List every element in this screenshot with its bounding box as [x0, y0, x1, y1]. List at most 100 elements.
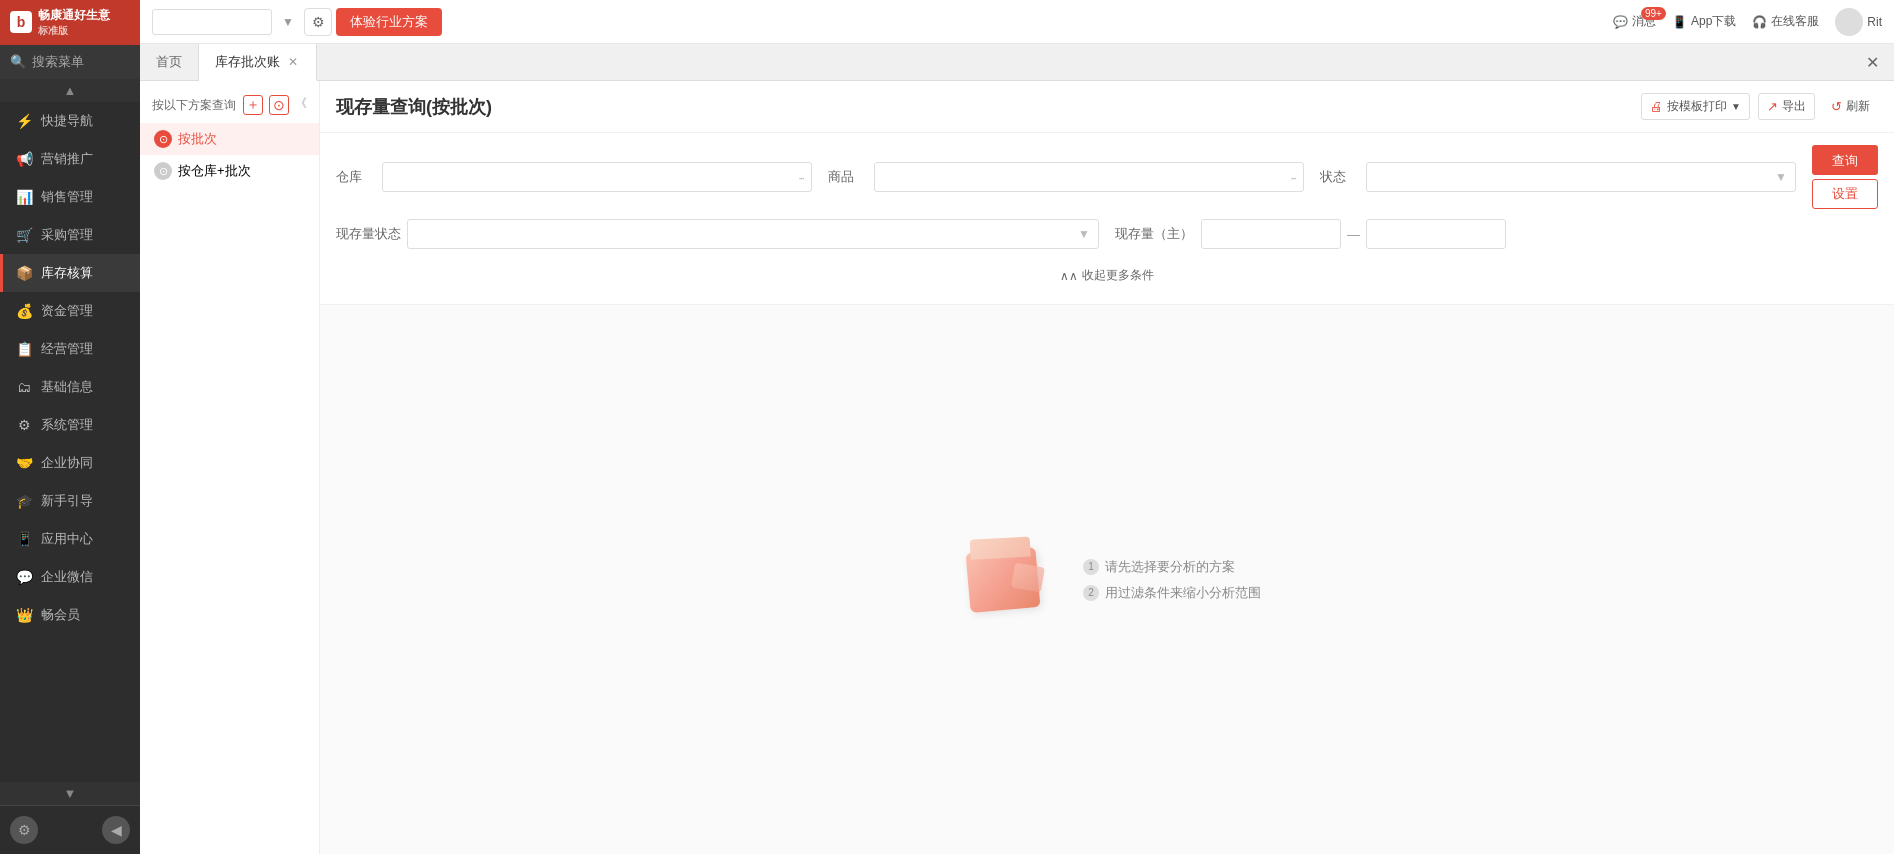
- product-more-icon: ···: [1290, 170, 1295, 185]
- topbar-search-input[interactable]: [152, 9, 272, 35]
- status-dropdown-icon: ▼: [1775, 170, 1787, 184]
- user-avatar-btn[interactable]: Rit: [1835, 8, 1882, 36]
- stock-status-label: 现存量状态: [336, 225, 401, 243]
- inventory-icon: 📦: [15, 264, 33, 282]
- new-guide-icon: 🎓: [15, 492, 33, 510]
- sidebar-item-inventory[interactable]: 📦 库存核算: [0, 254, 140, 292]
- status-select[interactable]: ▼: [1366, 162, 1796, 192]
- warehouse-more-icon: ···: [798, 170, 803, 185]
- app-download-btn[interactable]: 📱 App下载: [1672, 13, 1736, 30]
- scheme-by-batch-label: 按批次: [178, 130, 217, 148]
- finance-icon: 💰: [15, 302, 33, 320]
- sidebar-item-operations[interactable]: 📋 经营管理: [0, 330, 140, 368]
- tab-home[interactable]: 首页: [140, 44, 199, 80]
- experience-industry-btn[interactable]: 体验行业方案: [336, 8, 442, 36]
- settings-btn[interactable]: 设置: [1812, 179, 1878, 209]
- enterprise-coop-icon: 🤝: [15, 454, 33, 472]
- sidebar-item-finance[interactable]: 💰 资金管理: [0, 292, 140, 330]
- headset-icon: 🎧: [1752, 15, 1767, 29]
- stock-qty-filter-group: 现存量（主） —: [1115, 219, 1878, 249]
- sidebar-item-enterprise-wechat[interactable]: 💬 企业微信: [0, 558, 140, 596]
- sidebar-item-quick-nav[interactable]: ⚡ 快捷导航: [0, 102, 140, 140]
- sidebar-item-label: 企业微信: [41, 568, 93, 586]
- query-btn[interactable]: 查询: [1812, 145, 1878, 175]
- scheme-settings-btn[interactable]: ⊙: [269, 95, 289, 115]
- purchase-icon: 🛒: [15, 226, 33, 244]
- product-filter-group: 商品 ···: [828, 162, 1304, 192]
- tab-bar-close-btn[interactable]: ✕: [1858, 48, 1886, 76]
- left-panel-header: 按以下方案查询 ＋ ⊙ 《: [140, 91, 319, 123]
- sidebar-item-enterprise-coop[interactable]: 🤝 企业协同: [0, 444, 140, 482]
- scheme-icon-red: ⊙: [154, 130, 172, 148]
- tab-inventory-batch[interactable]: 库存批次账 ✕: [199, 44, 317, 81]
- sidebar-item-label: 库存核算: [41, 264, 93, 282]
- stock-qty-from-input[interactable]: [1201, 219, 1341, 249]
- export-btn-label: 导出: [1782, 98, 1806, 115]
- topbar-gear-btn[interactable]: ⚙: [304, 8, 332, 36]
- scheme-query-label: 按以下方案查询: [152, 97, 236, 114]
- sidebar-item-app-center[interactable]: 📱 应用中心: [0, 520, 140, 558]
- topbar-dropdown-btn[interactable]: ▼: [276, 10, 300, 34]
- collapse-more-btn[interactable]: ∧∧ 收起更多条件: [336, 259, 1878, 292]
- print-dropdown-icon: ▼: [1731, 101, 1741, 112]
- sidebar-item-label: 经营管理: [41, 340, 93, 358]
- sidebar-header: b 畅康通好生意 标准版: [0, 0, 140, 45]
- basic-info-icon: 🗂: [15, 378, 33, 396]
- warehouse-input[interactable]: ···: [382, 162, 812, 192]
- messages-badge: 99+: [1641, 7, 1666, 20]
- sidebar-item-marketing[interactable]: 📢 营销推广: [0, 140, 140, 178]
- stock-status-dropdown-icon: ▼: [1078, 227, 1090, 241]
- sidebar-item-member[interactable]: 👑 畅会员: [0, 596, 140, 634]
- collapse-panel-btn[interactable]: 《: [295, 95, 307, 115]
- sidebar: b 畅康通好生意 标准版 🔍 搜索菜单 ▲ ⚡ 快捷导航 📢 营销推广 📊 销售…: [0, 0, 140, 854]
- refresh-btn[interactable]: ↺ 刷新: [1823, 94, 1878, 119]
- topbar: ▼ ⚙ 体验行业方案 💬 消息 99+ 📱 App下载 🎧 在线客服 Rit: [140, 0, 1894, 44]
- scheme-by-warehouse-batch[interactable]: ⊙ 按仓库+批次: [140, 155, 319, 187]
- tab-close-btn[interactable]: ✕: [286, 53, 300, 71]
- stock-qty-to-input[interactable]: [1366, 219, 1506, 249]
- sidebar-scroll-down[interactable]: ▼: [0, 782, 140, 805]
- scheme-by-batch[interactable]: ⊙ 按批次: [140, 123, 319, 155]
- user-name: Rit: [1867, 15, 1882, 29]
- tip-num-2: 2: [1083, 585, 1099, 601]
- sidebar-item-label: 采购管理: [41, 226, 93, 244]
- main-area: ▼ ⚙ 体验行业方案 💬 消息 99+ 📱 App下载 🎧 在线客服 Rit: [140, 0, 1894, 854]
- sidebar-item-label: 资金管理: [41, 302, 93, 320]
- search-menu-item[interactable]: 🔍 搜索菜单: [0, 45, 140, 79]
- sidebar-item-label: 应用中心: [41, 530, 93, 548]
- scheme-icon-gray: ⊙: [154, 162, 172, 180]
- print-btn-label: 按模板打印: [1667, 98, 1727, 115]
- sidebar-item-label: 畅会员: [41, 606, 80, 624]
- collapse-sidebar-button[interactable]: ◀: [102, 816, 130, 844]
- messages-btn[interactable]: 💬 消息 99+: [1613, 13, 1656, 30]
- marketing-icon: 📢: [15, 150, 33, 168]
- online-service-btn[interactable]: 🎧 在线客服: [1752, 13, 1819, 30]
- sidebar-item-basic-info[interactable]: 🗂 基础信息: [0, 368, 140, 406]
- sidebar-item-system[interactable]: ⚙ 系统管理: [0, 406, 140, 444]
- sidebar-scroll-up[interactable]: ▲: [0, 79, 140, 102]
- enterprise-wechat-icon: 💬: [15, 568, 33, 586]
- stock-qty-label: 现存量（主）: [1115, 225, 1195, 243]
- app-download-icon: 📱: [1672, 15, 1687, 29]
- product-input[interactable]: ···: [874, 162, 1304, 192]
- settings-footer-button[interactable]: ⚙: [10, 816, 38, 844]
- filter-area: 仓库 ··· 商品 ··· 状态: [320, 133, 1894, 305]
- range-dash: —: [1347, 227, 1360, 242]
- product-label: 商品: [828, 168, 868, 186]
- sidebar-footer: ⚙ ◀: [0, 805, 140, 854]
- print-template-btn[interactable]: 🖨 按模板打印 ▼: [1641, 93, 1750, 120]
- topbar-breadcrumb: ▼ ⚙ 体验行业方案: [152, 8, 1605, 36]
- stock-status-filter-group: 现存量状态 ▼: [336, 219, 1099, 249]
- empty-tips: 1 请先选择要分析的方案 2 用过滤条件来缩小分析范围: [1083, 558, 1261, 602]
- stock-status-select[interactable]: ▼: [407, 219, 1099, 249]
- message-icon: 💬: [1613, 15, 1628, 29]
- sidebar-item-new-guide[interactable]: 🎓 新手引导: [0, 482, 140, 520]
- tab-bar: 首页 库存批次账 ✕ ✕: [140, 44, 1894, 81]
- app-name-block: 畅康通好生意 标准版: [38, 8, 110, 37]
- add-scheme-btn[interactable]: ＋: [243, 95, 263, 115]
- export-btn[interactable]: ↗ 导出: [1758, 93, 1815, 120]
- app-version: 标准版: [38, 24, 110, 37]
- title-actions: 🖨 按模板打印 ▼ ↗ 导出 ↺ 刷新: [1641, 93, 1878, 120]
- sidebar-item-purchase[interactable]: 🛒 采购管理: [0, 216, 140, 254]
- sidebar-item-sales[interactable]: 📊 销售管理: [0, 178, 140, 216]
